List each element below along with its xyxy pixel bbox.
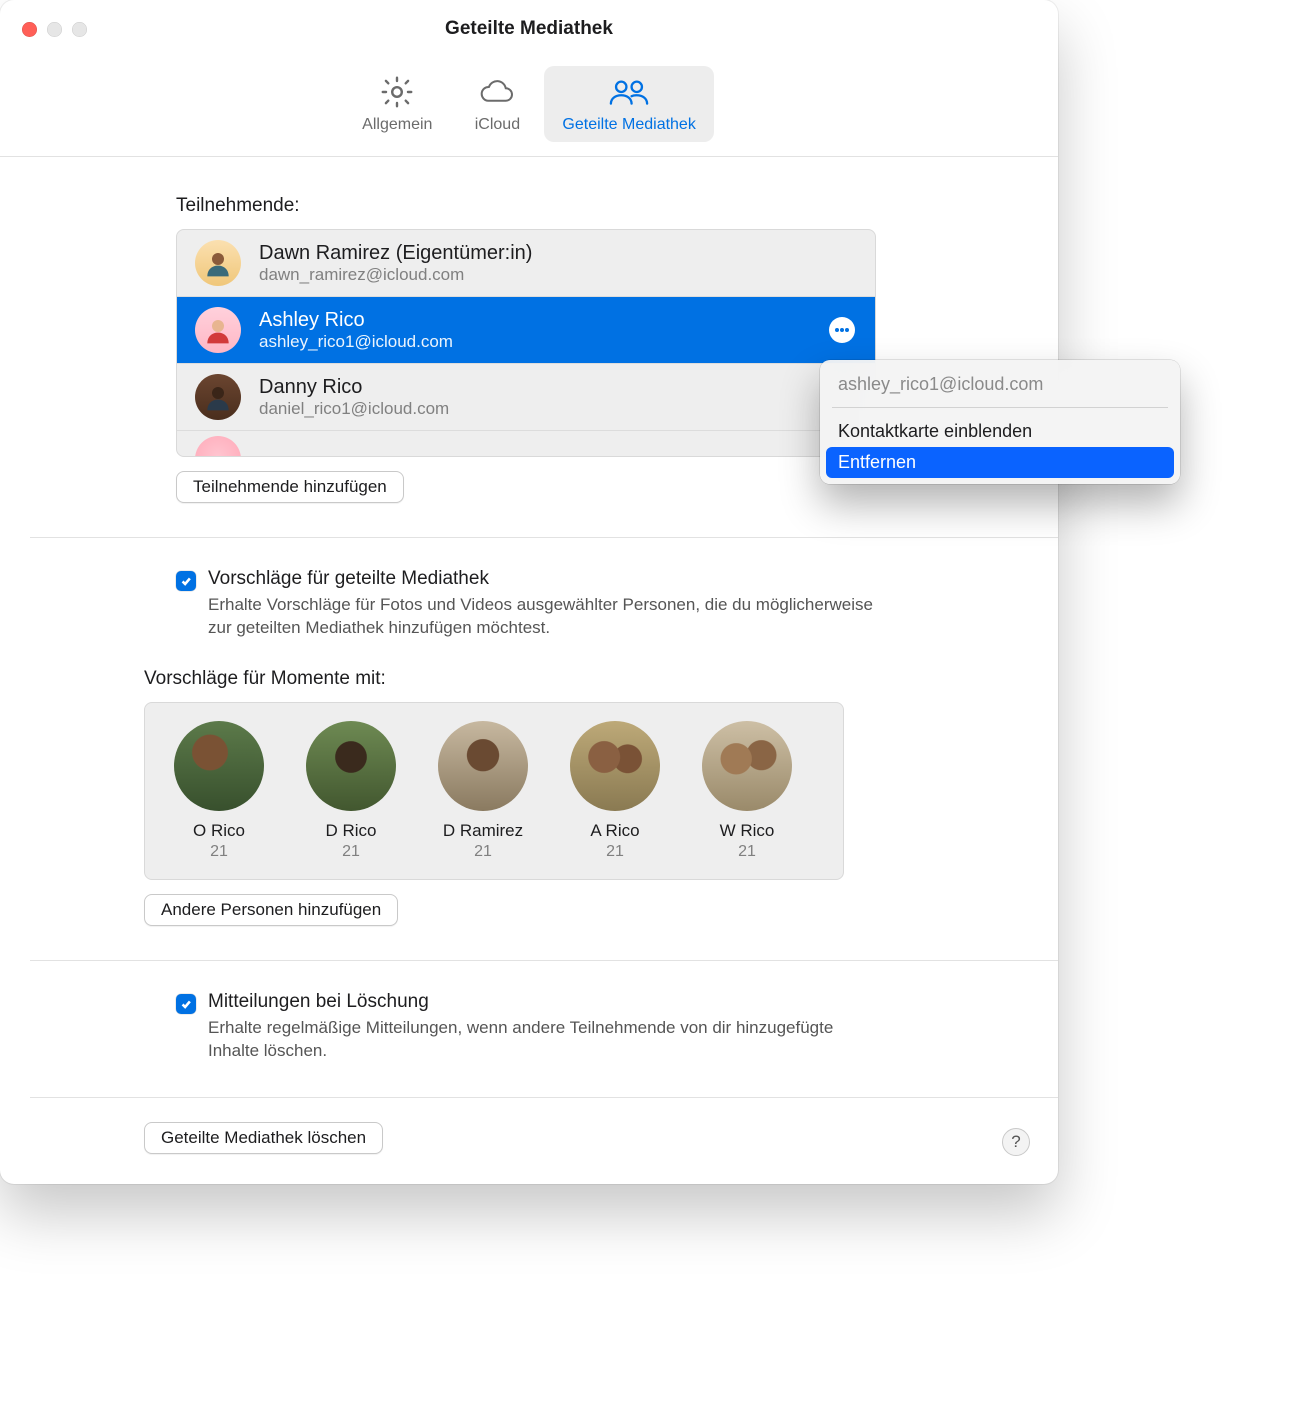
person-name: D Rico xyxy=(325,821,376,841)
menu-header: ashley_rico1@icloud.com xyxy=(820,368,1180,403)
gear-icon xyxy=(379,74,415,110)
moments-person[interactable]: W Rico 21 xyxy=(693,721,801,861)
tab-icloud[interactable]: iCloud xyxy=(452,66,542,142)
avatar xyxy=(702,721,792,811)
moments-person[interactable]: D Rico 21 xyxy=(297,721,405,861)
menu-item-show-contact[interactable]: Kontaktkarte einblenden xyxy=(820,416,1180,447)
person-count: 21 xyxy=(738,843,756,861)
checkmark-icon xyxy=(180,998,192,1010)
tab-label: Geteilte Mediathek xyxy=(562,116,695,134)
checkmark-icon xyxy=(180,575,192,587)
participant-row-partial[interactable] xyxy=(177,430,875,456)
moments-person[interactable]: A Rico 21 xyxy=(561,721,669,861)
suggestions-checkbox[interactable] xyxy=(176,571,196,591)
ellipsis-icon xyxy=(834,327,850,333)
window-controls xyxy=(22,22,87,37)
minimize-window-button[interactable] xyxy=(47,22,62,37)
menu-separator xyxy=(832,407,1168,408)
participant-text: Ashley Rico ashley_rico1@icloud.com xyxy=(259,309,453,352)
tab-label: iCloud xyxy=(475,116,520,134)
avatar xyxy=(438,721,528,811)
avatar xyxy=(195,307,241,353)
suggestions-description: Erhalte Vorschläge für Fotos und Videos … xyxy=(208,594,888,640)
add-participants-button[interactable]: Teilnehmende hinzufügen xyxy=(176,471,404,503)
participant-email: dawn_ramirez@icloud.com xyxy=(259,265,532,285)
person-count: 21 xyxy=(210,843,228,861)
avatar xyxy=(306,721,396,811)
participant-row-selected[interactable]: Ashley Rico ashley_rico1@icloud.com xyxy=(177,296,875,363)
participants-list: Dawn Ramirez (Eigentümer:in) dawn_ramire… xyxy=(176,229,876,457)
deletion-notify-checkbox[interactable] xyxy=(176,994,196,1014)
divider xyxy=(30,537,1058,538)
person-name: W Rico xyxy=(720,821,775,841)
avatar xyxy=(195,436,241,458)
moments-label: Vorschläge für Momente mit: xyxy=(144,668,1028,690)
divider xyxy=(30,1097,1058,1098)
participant-email: daniel_rico1@icloud.com xyxy=(259,399,449,419)
participant-name: Danny Rico xyxy=(259,376,449,399)
participant-text: Dawn Ramirez (Eigentümer:in) dawn_ramire… xyxy=(259,242,532,285)
participant-text: Danny Rico daniel_rico1@icloud.com xyxy=(259,376,449,419)
deletion-notify-row: Mitteilungen bei Löschung Erhalte regelm… xyxy=(176,991,1028,1063)
divider xyxy=(30,960,1058,961)
deletion-title: Mitteilungen bei Löschung xyxy=(208,991,888,1013)
participant-context-menu: ashley_rico1@icloud.com Kontaktkarte ein… xyxy=(820,360,1180,484)
person-count: 21 xyxy=(606,843,624,861)
content-area: Teilnehmende: Dawn Ramirez (Eigentümer:i… xyxy=(0,157,1058,1184)
deletion-text: Mitteilungen bei Löschung Erhalte regelm… xyxy=(208,991,888,1063)
tab-general[interactable]: Allgemein xyxy=(344,66,450,142)
participants-label: Teilnehmende: xyxy=(176,195,1028,217)
participant-email: ashley_rico1@icloud.com xyxy=(259,332,453,352)
participant-name: Dawn Ramirez (Eigentümer:in) xyxy=(259,242,532,265)
avatar xyxy=(195,240,241,286)
moments-box: O Rico 21 D Rico 21 D Ramirez 21 A Rico … xyxy=(144,702,844,880)
menu-item-remove[interactable]: Entfernen xyxy=(826,447,1174,478)
participant-name: Ashley Rico xyxy=(259,309,453,332)
window-title: Geteilte Mediathek xyxy=(0,0,1058,40)
participant-row[interactable]: Danny Rico daniel_rico1@icloud.com xyxy=(177,363,875,430)
suggestions-text: Vorschläge für geteilte Mediathek Erhalt… xyxy=(208,568,888,640)
tab-label: Allgemein xyxy=(362,116,432,134)
person-count: 21 xyxy=(342,843,360,861)
moments-person[interactable]: O Rico 21 xyxy=(165,721,273,861)
titlebar: Geteilte Mediathek xyxy=(0,0,1058,58)
people-icon xyxy=(607,74,651,110)
close-window-button[interactable] xyxy=(22,22,37,37)
delete-shared-library-button[interactable]: Geteilte Mediathek löschen xyxy=(144,1122,383,1154)
person-name: A Rico xyxy=(590,821,639,841)
suggestions-title: Vorschläge für geteilte Mediathek xyxy=(208,568,888,590)
suggestions-row: Vorschläge für geteilte Mediathek Erhalt… xyxy=(176,568,1028,640)
person-name: D Ramirez xyxy=(443,821,523,841)
deletion-description: Erhalte regelmäßige Mitteilungen, wenn a… xyxy=(208,1017,888,1063)
avatar xyxy=(570,721,660,811)
moments-person[interactable]: D Ramirez 21 xyxy=(429,721,537,861)
cloud-icon xyxy=(477,74,517,110)
participant-row-owner[interactable]: Dawn Ramirez (Eigentümer:in) dawn_ramire… xyxy=(177,230,875,296)
person-count: 21 xyxy=(474,843,492,861)
tab-toolbar: Allgemein iCloud Geteilte Mediathek xyxy=(0,58,1058,157)
maximize-window-button[interactable] xyxy=(72,22,87,37)
add-other-people-button[interactable]: Andere Personen hinzufügen xyxy=(144,894,398,926)
person-name: O Rico xyxy=(193,821,245,841)
avatar xyxy=(195,374,241,420)
more-options-button[interactable] xyxy=(829,317,855,343)
help-button[interactable]: ? xyxy=(1002,1128,1030,1156)
settings-window: Geteilte Mediathek Allgemein iCloud Gete… xyxy=(0,0,1058,1184)
tab-shared-library[interactable]: Geteilte Mediathek xyxy=(544,66,713,142)
avatar xyxy=(174,721,264,811)
